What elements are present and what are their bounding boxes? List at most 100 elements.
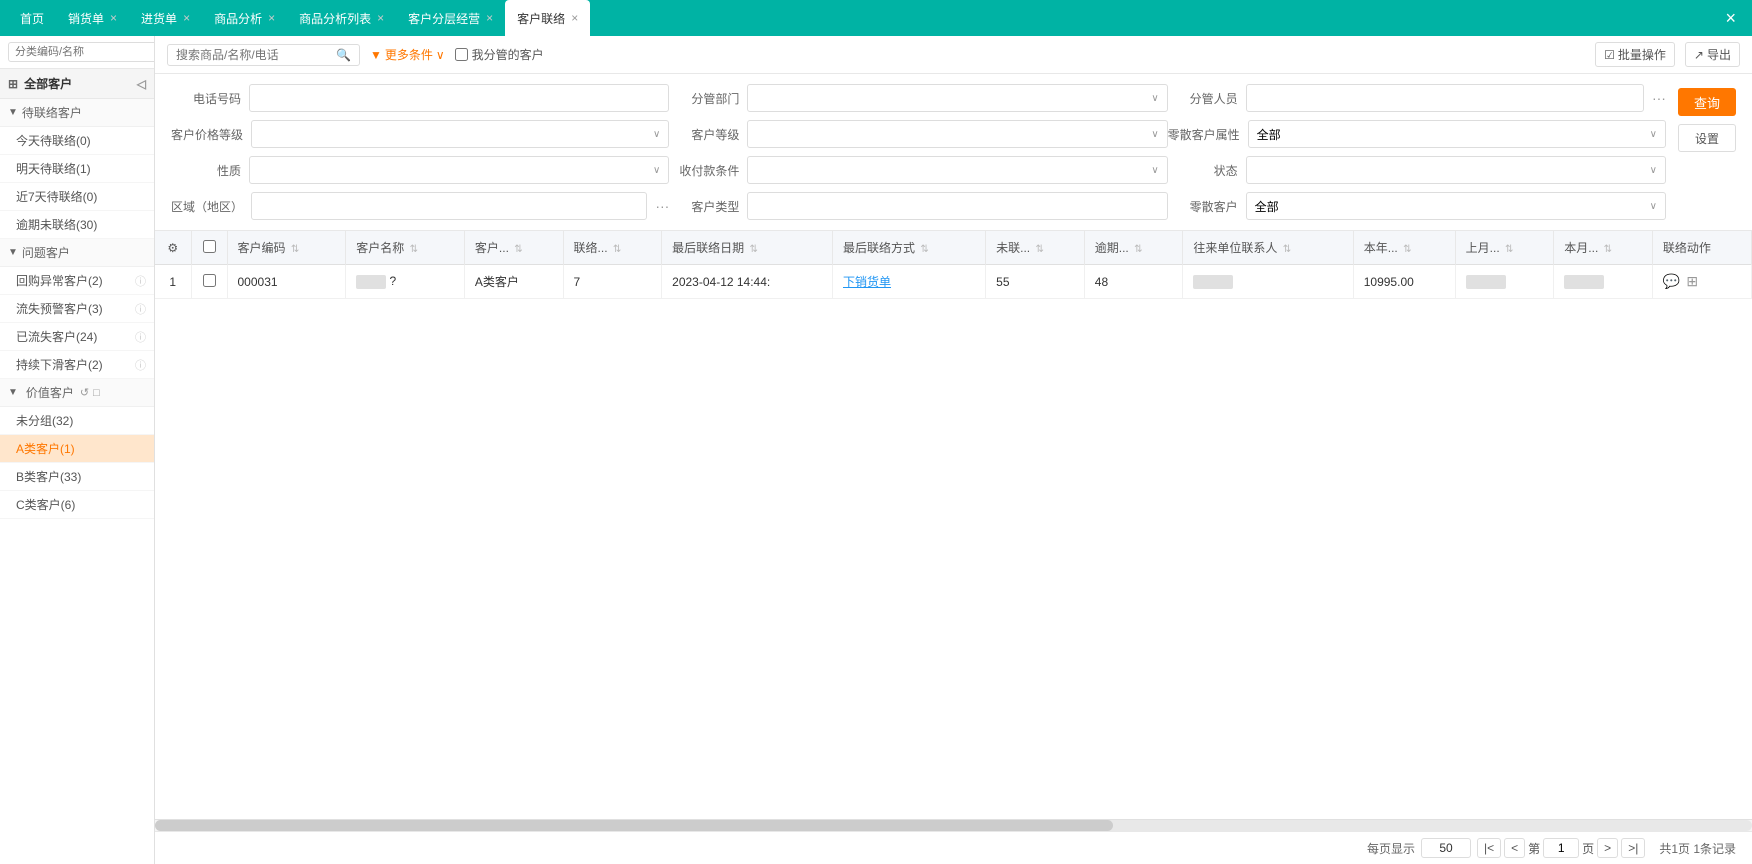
chat-action-icon[interactable]: 💬 — [1663, 273, 1680, 290]
th-contact-person[interactable]: 往来单位联系人 ⇅ — [1183, 231, 1353, 265]
first-page-btn[interactable]: |< — [1477, 838, 1501, 858]
nav-purchase-close[interactable]: × — [183, 11, 190, 25]
sidebar-item-class-a[interactable]: A类客户(1) — [0, 435, 154, 463]
th-checkbox[interactable] — [191, 231, 227, 265]
sidebar-group-value[interactable]: ▼ 价值客户 ↺ □ — [0, 379, 154, 407]
sidebar-item-unclassified[interactable]: 未分组(32) — [0, 407, 154, 435]
th-customer-type[interactable]: 客户... ⇅ — [464, 231, 563, 265]
th-this-month[interactable]: 本月... ⇅ — [1554, 231, 1653, 265]
sidebar-all-customers-header[interactable]: ⊞ 全部客户 ◁ — [0, 69, 154, 99]
sidebar-group-pending[interactable]: ▼ 待联络客户 — [0, 99, 154, 127]
th-contact-count[interactable]: 联络... ⇅ — [563, 231, 662, 265]
sidebar-item-overdue[interactable]: 逾期未联络(30) — [0, 211, 154, 239]
sort-icon-date: ⇅ — [750, 244, 758, 255]
filter-select-dept[interactable]: ∨ — [747, 84, 1167, 112]
qr-action-icon[interactable]: ⊞ — [1686, 273, 1698, 290]
td-last-contact-method[interactable]: 下销货单 — [833, 265, 986, 299]
info-icon-warning[interactable]: ⓘ — [135, 301, 146, 317]
nav-sales[interactable]: 销货单 × — [56, 0, 129, 36]
filter-select-payment[interactable]: ∨ — [747, 156, 1167, 184]
nav-product-analysis-list[interactable]: 商品分析列表 × — [287, 0, 396, 36]
th-this-year[interactable]: 本年... ⇅ — [1353, 231, 1455, 265]
sidebar-item-today[interactable]: 今天待联络(0) — [0, 127, 154, 155]
sort-icon-overdue: ⇅ — [1134, 244, 1142, 255]
nav-customer-contact[interactable]: 客户联络 × — [505, 0, 590, 36]
filter-dots-region[interactable]: ··· — [655, 198, 669, 214]
sidebar-item-abnormal[interactable]: 回购异常客户(2) ⓘ — [0, 267, 154, 295]
nav-home[interactable]: 首页 — [8, 0, 56, 36]
th-overdue[interactable]: 逾期... ⇅ — [1084, 231, 1183, 265]
th-uncontacted[interactable]: 未联... ⇅ — [986, 231, 1085, 265]
sidebar-item-warning[interactable]: 流失预警客户(3) ⓘ — [0, 295, 154, 323]
settings-icon[interactable]: ⚙ — [167, 241, 178, 255]
info-icon-declining[interactable]: ⓘ — [135, 357, 146, 373]
nav-product-analysis-list-close[interactable]: × — [377, 11, 384, 25]
filter-row-3: 性质 ∨ 收付款条件 ∨ — [171, 156, 1666, 184]
page-label: 第 — [1528, 840, 1540, 857]
row-last-contact-method[interactable]: 下销货单 — [843, 275, 891, 289]
filter-select-nature[interactable]: ∨ — [249, 156, 669, 184]
sidebar-item-declining[interactable]: 持续下滑客户(2) ⓘ — [0, 351, 154, 379]
select-all-checkbox[interactable] — [203, 240, 216, 253]
value-refresh-icon[interactable]: ↺ — [80, 386, 89, 399]
filter-select-retail-customer[interactable]: 全部 ∨ — [1246, 192, 1666, 220]
horizontal-scrollbar[interactable] — [155, 819, 1752, 831]
nav-close-all[interactable]: × — [1717, 8, 1744, 29]
sidebar-item-tomorrow[interactable]: 明天待联络(1) — [0, 155, 154, 183]
filter-search-input[interactable] — [176, 48, 336, 62]
info-icon-abnormal[interactable]: ⓘ — [135, 273, 146, 289]
sidebar-group-problem[interactable]: ▼ 问题客户 — [0, 239, 154, 267]
filter-input-phone[interactable] — [249, 84, 669, 112]
td-code: 000031 — [227, 265, 346, 299]
filter-select-customer-level[interactable]: ∨ — [747, 120, 1167, 148]
prev-page-btn[interactable]: < — [1504, 838, 1525, 858]
filter-select-retail-attr[interactable]: 全部 ∨ — [1248, 120, 1666, 148]
sidebar-group-value-arrow: ▼ — [8, 387, 18, 398]
page-size-input[interactable] — [1421, 838, 1471, 858]
sidebar-item-class-b[interactable]: B类客户(33) — [0, 463, 154, 491]
th-customer-name[interactable]: 客户名称 ⇅ — [346, 231, 465, 265]
nav-customer-segment-close[interactable]: × — [486, 11, 493, 25]
th-settings[interactable]: ⚙ — [155, 231, 191, 265]
nav-sales-close[interactable]: × — [110, 11, 117, 25]
my-customers-checkbox[interactable]: 我分管的客户 — [455, 46, 544, 63]
batch-ops-icon: ☑ — [1604, 48, 1615, 62]
current-page-input[interactable] — [1543, 838, 1579, 858]
last-page-btn[interactable]: >| — [1621, 838, 1645, 858]
filter-dots-manager[interactable]: ··· — [1652, 90, 1666, 106]
th-last-month[interactable]: 上月... ⇅ — [1455, 231, 1554, 265]
sidebar: 🔍 ⊞ 全部客户 ◁ ▼ 待联络客户 今天待联络(0) 明天待联络(1) 近7天… — [0, 36, 155, 864]
export-button[interactable]: ↗ 导出 — [1685, 42, 1740, 67]
td-checkbox[interactable] — [191, 265, 227, 299]
value-settings-icon[interactable]: □ — [93, 387, 100, 399]
filter-select-price-level[interactable]: ∨ — [251, 120, 669, 148]
nav-purchase[interactable]: 进货单 × — [129, 0, 202, 36]
filter-input-region[interactable] — [251, 192, 647, 220]
filter-input-customer-type[interactable] — [747, 192, 1167, 220]
scrollbar-thumb[interactable] — [155, 820, 1113, 831]
filter-search-icon[interactable]: 🔍 — [336, 48, 351, 62]
sort-icon-uncontacted: ⇅ — [1036, 244, 1044, 255]
nav-product-analysis[interactable]: 商品分析 × — [202, 0, 287, 36]
filter-more-btn[interactable]: ▼ 更多条件 ∨ — [370, 46, 445, 63]
filter-select-status[interactable]: ∨ — [1246, 156, 1666, 184]
sidebar-search-input[interactable] — [8, 42, 155, 62]
batch-ops-button[interactable]: ☑ 批量操作 — [1595, 42, 1675, 67]
filter-input-manager[interactable] — [1246, 84, 1644, 112]
th-customer-code[interactable]: 客户编码 ⇅ — [227, 231, 346, 265]
row-checkbox[interactable] — [203, 274, 216, 287]
th-last-contact-date[interactable]: 最后联络日期 ⇅ — [662, 231, 833, 265]
next-page-btn[interactable]: > — [1597, 838, 1618, 858]
th-last-contact-method[interactable]: 最后联络方式 ⇅ — [833, 231, 986, 265]
nav-customer-contact-close[interactable]: × — [571, 11, 578, 25]
sidebar-item-class-c[interactable]: C类客户(6) — [0, 491, 154, 519]
sidebar-item-week[interactable]: 近7天待联络(0) — [0, 183, 154, 211]
info-icon-lost[interactable]: ⓘ — [135, 329, 146, 345]
settings-button[interactable]: 设置 — [1678, 124, 1736, 152]
nav-customer-segment[interactable]: 客户分层经营 × — [396, 0, 505, 36]
nav-product-analysis-close[interactable]: × — [268, 11, 275, 25]
sidebar-item-lost[interactable]: 已流失客户(24) ⓘ — [0, 323, 154, 351]
sidebar-collapse-icon[interactable]: ◁ — [137, 77, 146, 91]
query-button[interactable]: 查询 — [1678, 88, 1736, 116]
my-customers-check[interactable] — [455, 48, 468, 61]
